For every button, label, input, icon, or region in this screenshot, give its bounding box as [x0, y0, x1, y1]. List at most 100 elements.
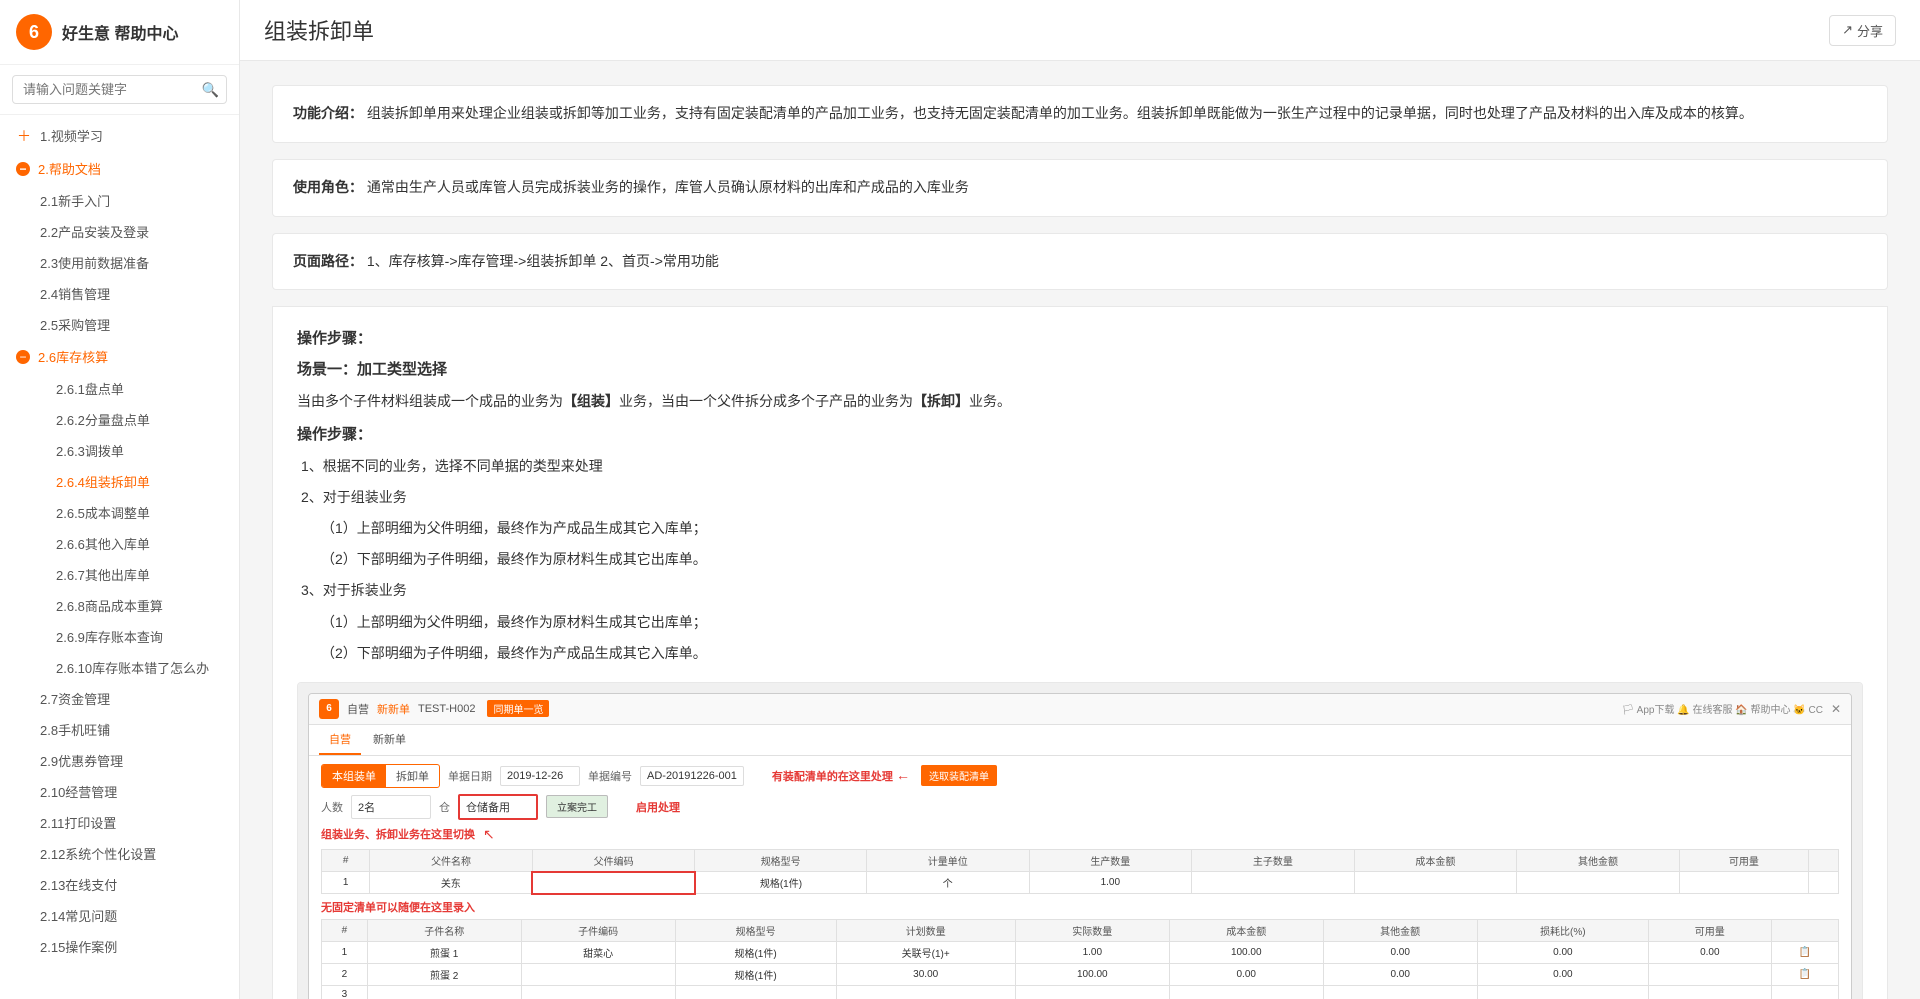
topbar-icons: 🏳 App下载 🔔 在线客服 🏠 帮助中心 🐱 CC: [1622, 701, 1823, 716]
th-child-cost: 成本金额: [1169, 919, 1323, 941]
topbar-new: 新新单: [377, 701, 410, 717]
form-row-2: 人数 2名 仓 仓储备用 立案完工 启用处理: [321, 794, 1839, 820]
path-text: 1、库存核算->库存管理->组装拆卸单 2、首页->常用功能: [367, 253, 719, 269]
sidebar-item-install[interactable]: 2.2产品安装及登录: [0, 216, 239, 247]
sidebar-item-faq[interactable]: 2.14常见问题: [0, 900, 239, 931]
logo-icon: 6: [16, 14, 52, 50]
path-label: 页面路径：: [293, 253, 363, 269]
step-1: 1、根据不同的业务，选择不同单据的类型来处理: [301, 454, 1863, 479]
sidebar-item-finance[interactable]: 2.7资金管理: [0, 683, 239, 714]
share-label: 分享: [1857, 21, 1883, 40]
sidebar-item-assembly[interactable]: 2.6.4组装拆卸单: [0, 466, 239, 497]
screenshot-container: 6 自营 新新单 TEST-H002 同期单一览 🏳 App下载 🔔 在线客服 …: [297, 682, 1863, 999]
confirm-btn[interactable]: 立案完工: [546, 795, 608, 818]
sidebar-item-help[interactable]: − 2.帮助文档: [0, 152, 239, 185]
sidebar-item-video[interactable]: ＋ 1.视频学习: [0, 119, 239, 152]
sidebar-item-inventory[interactable]: − 2.6库存核算: [0, 340, 239, 373]
annotation-free: 无固定清单可以随便在这里录入: [321, 899, 1839, 915]
step-2-2: （2）下部明细为子件明细，最终作为原材料生成其它出库单。: [301, 547, 1863, 572]
minus-icon: −: [16, 162, 30, 176]
sidebar-item-coupon[interactable]: 2.9优惠券管理: [0, 745, 239, 776]
sidebar-item-ledger-query[interactable]: 2.6.9库存账本查询: [0, 621, 239, 652]
th-child-other: 其他金额: [1323, 919, 1477, 941]
role-box: 使用角色： 通常由生产人员或库管人员完成拆装业务的操作，库管人员确认原材料的出库…: [272, 159, 1888, 217]
sidebar: 6 好生意 帮助中心 🔍 ＋ 1.视频学习 − 2.帮助文档 2.1新手入门 2…: [0, 0, 240, 999]
th-parent-code: 父件编码: [532, 849, 695, 872]
sidebar-item-transfer[interactable]: 2.6.3调拨单: [0, 435, 239, 466]
step-3: 3、对于拆装业务: [301, 578, 1863, 603]
search-input[interactable]: [12, 75, 227, 104]
date-label: 单据日期: [448, 768, 492, 784]
operation-card: 操作步骤： 场景一：加工类型选择 当由多个子件材料组装成一个成品的业务为【组装】…: [272, 306, 1888, 999]
close-icon[interactable]: ✕: [1831, 702, 1841, 716]
sidebar-item-inventory-split[interactable]: 2.6.2分量盘点单: [0, 404, 239, 435]
cell-spec: 规格(1件): [695, 872, 867, 894]
mock-form: 本组装单 拆卸单 单据日期 2019-12-26 单据编号 AD-2019122…: [309, 756, 1851, 999]
search-icon[interactable]: 🔍: [202, 81, 219, 98]
sidebar-item-newbie[interactable]: 2.1新手入门: [0, 185, 239, 216]
tab-self[interactable]: 自营: [319, 725, 361, 755]
bill-input[interactable]: AD-20191226-001: [640, 766, 744, 786]
sidebar-item-ops[interactable]: 2.10经营管理: [0, 776, 239, 807]
bom-btn[interactable]: 选取装配清单: [921, 765, 997, 786]
operation-title: 操作步骤：: [297, 327, 1863, 348]
share-button[interactable]: ↗ 分享: [1829, 15, 1896, 46]
steps-title: 操作步骤：: [297, 423, 1863, 444]
warehouse-input[interactable]: 仓储备用: [458, 794, 538, 820]
cell-action: [1809, 872, 1839, 894]
topbar-batch: 同期单一览: [487, 700, 549, 717]
tab-new[interactable]: 新新单: [363, 725, 416, 755]
sidebar-item-customize[interactable]: 2.12系统个性化设置: [0, 838, 239, 869]
sidebar-item-cost-adjust[interactable]: 2.6.5成本调整单: [0, 497, 239, 528]
seg-disassembly[interactable]: 拆卸单: [386, 765, 439, 787]
topbar-self: 自营: [347, 701, 369, 717]
nav-section: ＋ 1.视频学习 − 2.帮助文档 2.1新手入门 2.2产品安装及登录 2.3…: [0, 115, 239, 966]
date-input[interactable]: 2019-12-26: [500, 766, 580, 786]
sidebar-item-payment[interactable]: 2.13在线支付: [0, 869, 239, 900]
path-box: 页面路径： 1、库存核算->库存管理->组装拆卸单 2、首页->常用功能: [272, 233, 1888, 291]
child-row-1: 1 煎蛋 1 甜菜心 规格(1件) 关联号(1)+ 1.00 100.00 0.…: [322, 941, 1839, 963]
th-child-name: 子件名称: [367, 919, 521, 941]
logo-area: 6 好生意 帮助中心: [0, 0, 239, 65]
plus-icon: ＋: [16, 128, 32, 144]
sidebar-item-label: 1.视频学习: [40, 126, 103, 145]
th-other: 其他金额: [1517, 849, 1680, 872]
th-available: 可用量: [1679, 849, 1808, 872]
sidebar-item-purchase[interactable]: 2.5采购管理: [0, 309, 239, 340]
form-row-1: 本组装单 拆卸单 单据日期 2019-12-26 单据编号 AD-2019122…: [321, 764, 1839, 788]
bill-label: 单据编号: [588, 768, 632, 784]
th-spec: 规格型号: [695, 849, 867, 872]
step-2: 2、对于组装业务: [301, 485, 1863, 510]
child-row-2: 2 煎蛋 2 规格(1件) 30.00 100.00 0.00 0.00 0.: [322, 963, 1839, 985]
step-3-1: （1）上部明细为父件明细，最终作为原材料生成其它出库单；: [301, 610, 1863, 635]
th-actual-qty: 实际数量: [1015, 919, 1169, 941]
child-row-3: 3: [322, 985, 1839, 999]
th-parent-name: 父件名称: [370, 849, 533, 872]
sidebar-item-sales[interactable]: 2.4销售管理: [0, 278, 239, 309]
sidebar-item-other-out[interactable]: 2.6.7其他出库单: [0, 559, 239, 590]
sidebar-item-mobile[interactable]: 2.8手机旺铺: [0, 714, 239, 745]
sidebar-item-inventory-check[interactable]: 2.6.1盘点单: [0, 373, 239, 404]
app-logo: 6: [319, 699, 339, 719]
mock-nav: 自营 新新单: [309, 725, 1851, 756]
th-child-avail: 可用量: [1649, 919, 1772, 941]
sidebar-item-cost-recalc[interactable]: 2.6.8商品成本重算: [0, 590, 239, 621]
persons-input[interactable]: 2名: [351, 795, 431, 819]
sidebar-item-cases[interactable]: 2.15操作案例: [0, 931, 239, 962]
steps-list: 1、根据不同的业务，选择不同单据的类型来处理 2、对于组装业务 （1）上部明细为…: [297, 454, 1863, 666]
cell-main-qty: [1192, 872, 1355, 894]
sidebar-item-print[interactable]: 2.11打印设置: [0, 807, 239, 838]
arrow-type: ↖: [483, 826, 495, 843]
cell-avail: [1679, 872, 1808, 894]
sidebar-item-data-prep[interactable]: 2.3使用前数据准备: [0, 247, 239, 278]
page-title: 组装拆卸单: [264, 14, 374, 46]
sidebar-item-other-in[interactable]: 2.6.6其他入库单: [0, 528, 239, 559]
sidebar-item-ledger-fix[interactable]: 2.6.10库存账本错了怎么办: [0, 652, 239, 683]
cell-name: 关东: [370, 872, 533, 894]
child-table: # 子件名称 子件编码 规格型号 计划数量 实际数量 成本金额 其他金额 损耗比: [321, 919, 1839, 999]
annotation-row: 组装业务、拆卸业务在这里切换 ↖: [321, 826, 1839, 843]
th-seq: #: [322, 849, 370, 872]
th-unit: 计量单位: [867, 849, 1030, 872]
seg-assembly[interactable]: 本组装单: [322, 765, 386, 787]
share-icon: ↗: [1842, 22, 1853, 38]
